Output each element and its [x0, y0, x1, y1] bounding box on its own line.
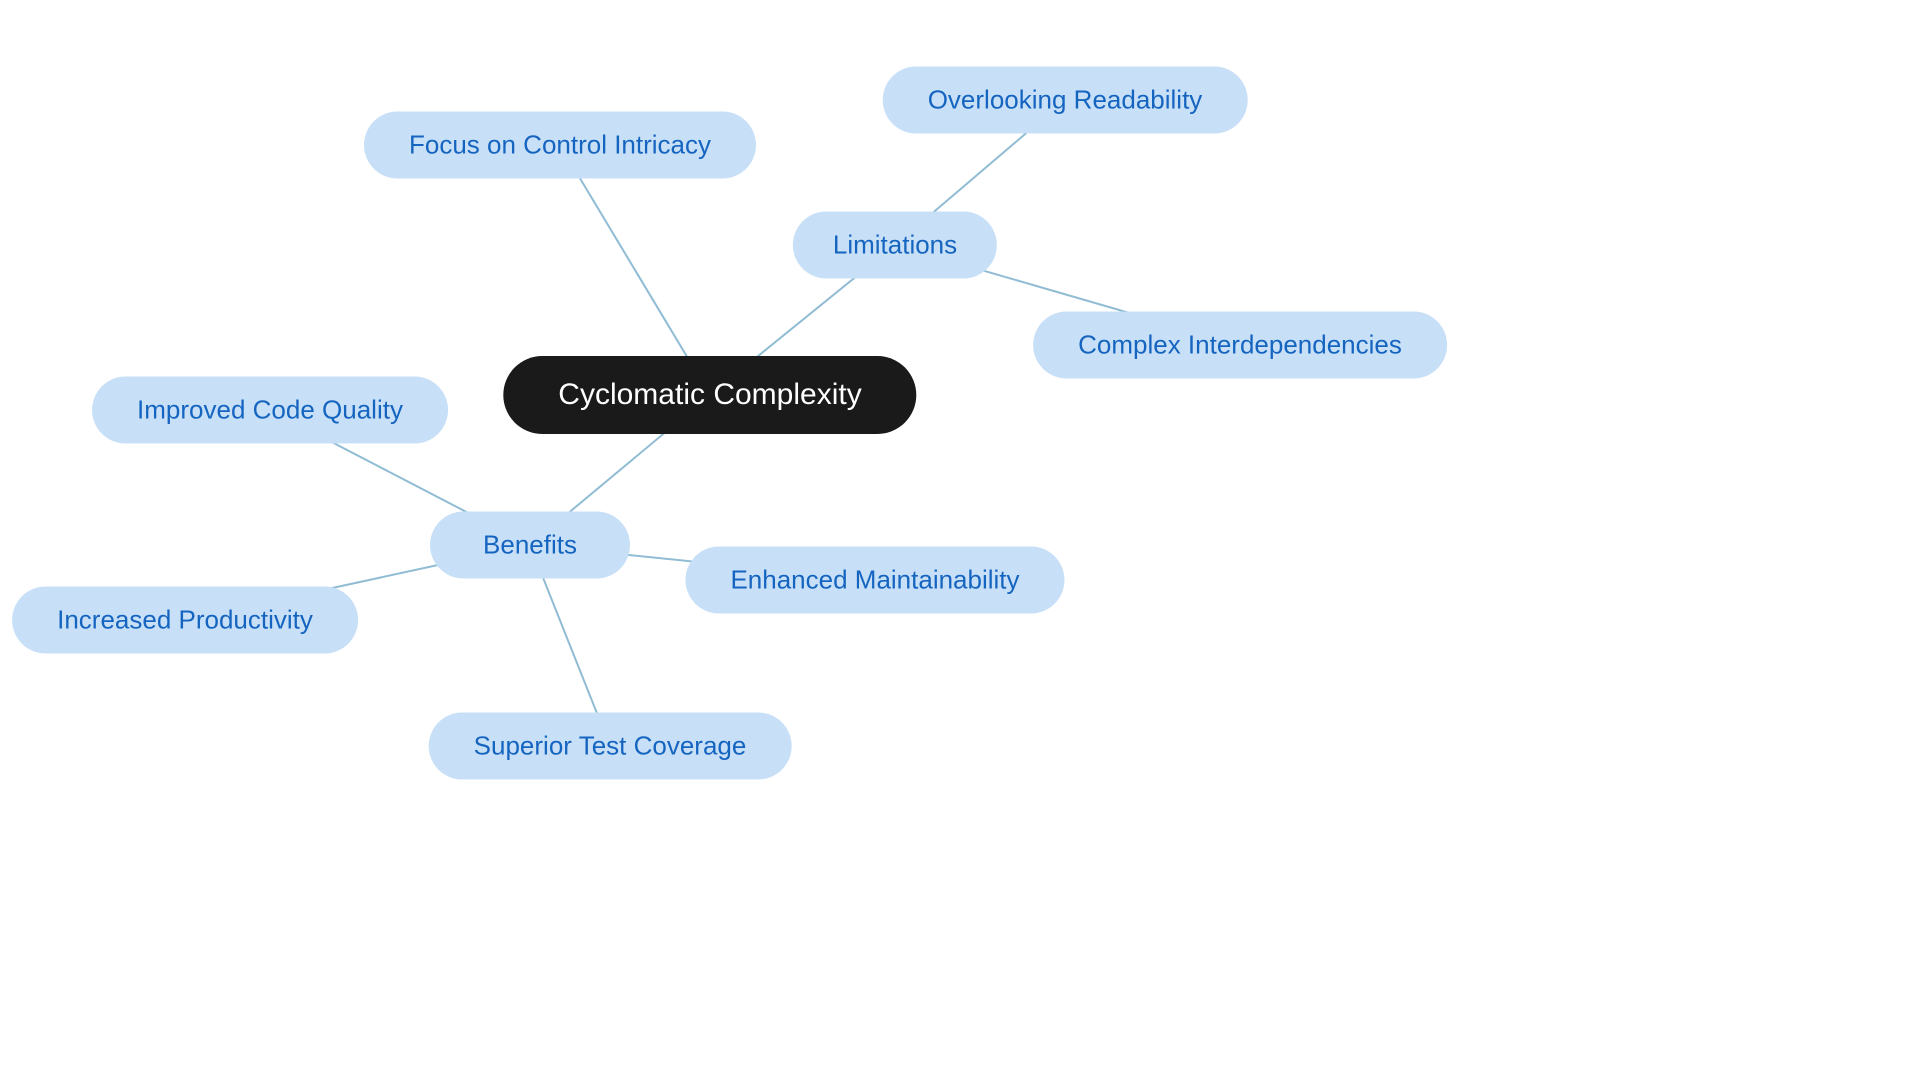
- benefits-node: Benefits: [430, 512, 630, 579]
- increased-productivity-node: Increased Productivity: [12, 587, 358, 654]
- connections-svg: [0, 0, 1920, 1083]
- complex-interdependencies-node: Complex Interdependencies: [1033, 312, 1447, 379]
- focus-control-node: Focus on Control Intricacy: [364, 112, 756, 179]
- enhanced-maintainability-node: Enhanced Maintainability: [685, 547, 1064, 614]
- mind-map-container: Cyclomatic Complexity Limitations Benefi…: [0, 0, 1920, 1083]
- central-node: Cyclomatic Complexity: [503, 356, 916, 434]
- overlooking-readability-node: Overlooking Readability: [883, 67, 1248, 134]
- limitations-node: Limitations: [793, 212, 997, 279]
- superior-test-coverage-node: Superior Test Coverage: [429, 713, 792, 780]
- improved-code-quality-node: Improved Code Quality: [92, 377, 448, 444]
